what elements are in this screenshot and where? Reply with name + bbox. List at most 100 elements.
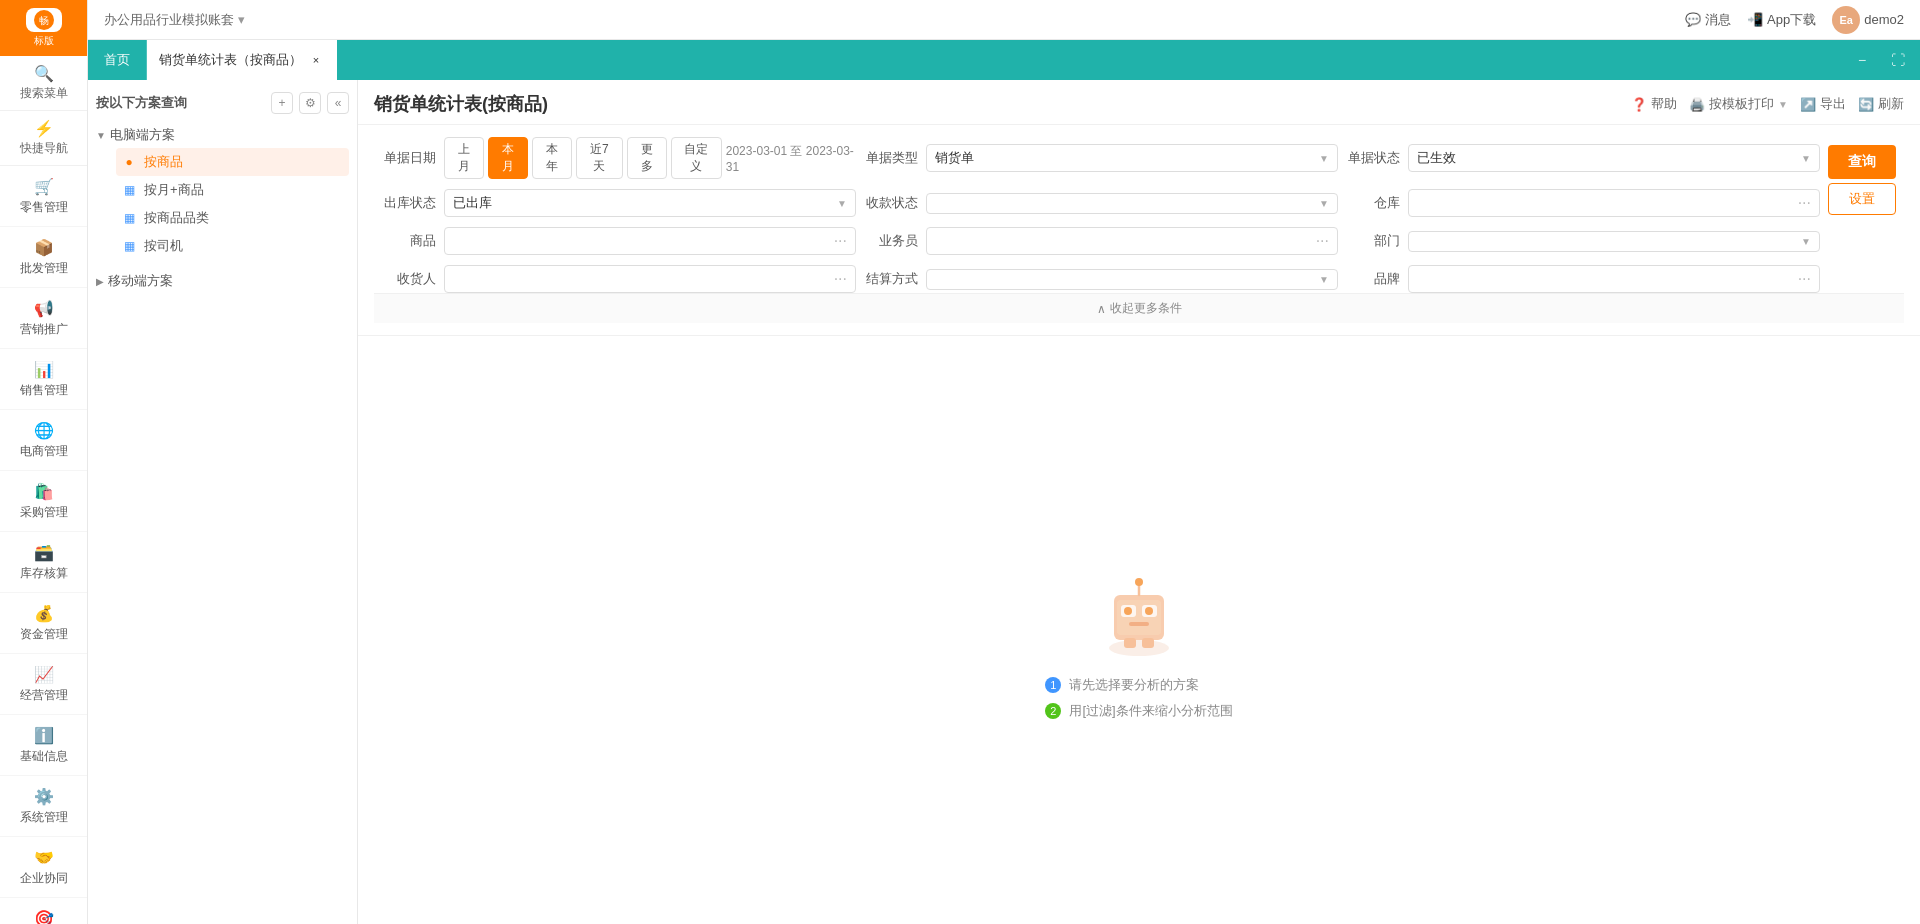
collaboration-icon: 🤝: [34, 847, 54, 867]
receipt-status-select[interactable]: ▼: [926, 193, 1338, 214]
collapse-bar[interactable]: ∧ 收起更多条件: [374, 293, 1904, 323]
scheme-by-product[interactable]: ● 按商品: [116, 148, 349, 176]
filter-product: 商品 ···: [374, 227, 856, 255]
date-btn-this-year[interactable]: 本年: [532, 137, 572, 179]
salesperson-select[interactable]: ···: [926, 227, 1338, 255]
desktop-scheme-group[interactable]: ▼ 电脑端方案: [96, 122, 349, 148]
out-status-select[interactable]: 已出库 ▼: [444, 189, 856, 217]
print-button[interactable]: 🖨️ 按模板打印 ▼: [1689, 95, 1788, 113]
search-menu-item[interactable]: 🔍 搜索菜单: [0, 56, 87, 111]
message-action[interactable]: 💬 消息: [1685, 11, 1731, 29]
scheme-by-month-product[interactable]: ▦ 按月+商品: [116, 176, 349, 204]
date-btn-more[interactable]: 更多: [627, 137, 667, 179]
product-dots[interactable]: ···: [834, 232, 847, 250]
user-avatar: Ea: [1832, 6, 1860, 34]
sidebar-item-ecommerce-label: 电商管理: [20, 443, 68, 460]
tab-home[interactable]: 首页: [88, 40, 147, 80]
salesperson-dots[interactable]: ···: [1316, 232, 1329, 250]
product-select[interactable]: ···: [444, 227, 856, 255]
collapse-label: 收起更多条件: [1110, 300, 1182, 317]
date-group: 上月 本月 本年 近7天 更多 自定义 2023-03-01 至 2023-03…: [444, 137, 856, 179]
tab-active[interactable]: 销货单统计表（按商品） ×: [147, 40, 337, 80]
scheme-by-category[interactable]: ▦ 按商品品类: [116, 204, 349, 232]
brand-label: 品牌: [1338, 270, 1408, 288]
sidebar-item-operations[interactable]: 📈 经营管理: [0, 654, 87, 715]
filter-row-2: 出库状态 已出库 ▼ 收款状态 ▼: [374, 189, 1820, 217]
export-button[interactable]: ↗️ 导出: [1800, 95, 1846, 113]
svg-rect-9: [1129, 622, 1149, 626]
quick-nav-label: 快捷导航: [20, 140, 68, 157]
date-btn-this-month[interactable]: 本月: [488, 137, 528, 179]
app-download-icon: 📲: [1747, 12, 1763, 27]
print-icon: 🖨️: [1689, 97, 1705, 112]
message-icon: 💬: [1685, 12, 1701, 27]
tabbar-controls: − ⛶: [1840, 40, 1920, 80]
scheme-label-month-product: 按月+商品: [144, 181, 204, 199]
doc-status-select[interactable]: 已生效 ▼: [1408, 144, 1820, 172]
brand-select[interactable]: ···: [1408, 265, 1820, 293]
scheme-label-category: 按商品品类: [144, 209, 209, 227]
doc-type-select[interactable]: 销货单 ▼: [926, 144, 1338, 172]
consignee-select[interactable]: ···: [444, 265, 856, 293]
tip-dot-2: 2: [1045, 703, 1061, 719]
sidebar-item-marketing-label: 营销推广: [20, 321, 68, 338]
payment-select[interactable]: ▼: [926, 269, 1338, 290]
tab-close-button[interactable]: ×: [308, 52, 324, 68]
app-logo[interactable]: 畅 标版: [0, 0, 87, 56]
user-profile[interactable]: Ea demo2: [1832, 6, 1904, 34]
logo-icon: 畅: [26, 8, 62, 32]
settings-button[interactable]: 设置: [1828, 183, 1896, 215]
filter-row-3: 商品 ··· 业务员 ···: [374, 227, 1820, 255]
sidebar-item-marketing[interactable]: 📢 营销推广: [0, 288, 87, 349]
svg-point-2: [1109, 640, 1169, 656]
tabbar: 首页 销货单统计表（按商品） × − ⛶: [88, 40, 1920, 80]
quick-nav-item[interactable]: ⚡ 快捷导航: [0, 111, 87, 166]
sidebar-item-purchase[interactable]: 🛍️ 采购管理: [0, 471, 87, 532]
consignee-dots[interactable]: ···: [834, 270, 847, 288]
mobile-scheme-group[interactable]: ▶ 移动端方案: [96, 268, 349, 294]
desktop-scheme-children: ● 按商品 ▦ 按月+商品 ▦ 按商品品类 ▦ 按司机: [96, 148, 349, 260]
refresh-icon: 🔄: [1858, 97, 1874, 112]
sidebar-item-basic-info[interactable]: ℹ️ 基础信息: [0, 715, 87, 776]
warehouse-dots[interactable]: ···: [1798, 194, 1811, 212]
brand-dots[interactable]: ···: [1798, 270, 1811, 288]
collapse-sidebar-button[interactable]: «: [327, 92, 349, 114]
sidebar-item-collaboration-label: 企业协同: [20, 870, 68, 887]
filter-row-4: 收货人 ··· 结算方式 ▼: [374, 265, 1820, 293]
sidebar-item-wholesale[interactable]: 📦 批发管理: [0, 227, 87, 288]
svg-point-8: [1145, 607, 1153, 615]
print-arrow: ▼: [1778, 99, 1788, 110]
right-buttons: 查询 设置: [1820, 137, 1904, 223]
system-icon: ⚙️: [34, 786, 54, 806]
sidebar-item-guide[interactable]: 🎯 新手引导: [0, 898, 87, 924]
tab-minimize-button[interactable]: −: [1848, 46, 1876, 74]
warehouse-select[interactable]: ···: [1408, 189, 1820, 217]
sidebar-item-collaboration[interactable]: 🤝 企业协同: [0, 837, 87, 898]
scheme-icon-month-product: ▦: [120, 181, 138, 199]
edit-scheme-button[interactable]: ⚙: [299, 92, 321, 114]
date-btn-7days[interactable]: 近7天: [576, 137, 622, 179]
sidebar-item-retail[interactable]: 🛒 零售管理: [0, 166, 87, 227]
date-btn-last-month[interactable]: 上月: [444, 137, 484, 179]
scheme-by-driver[interactable]: ▦ 按司机: [116, 232, 349, 260]
sidebar-item-sales[interactable]: 📊 销售管理: [0, 349, 87, 410]
sidebar-item-finance[interactable]: 💰 资金管理: [0, 593, 87, 654]
doc-type-value: 销货单: [935, 149, 974, 167]
date-btn-custom[interactable]: 自定义: [671, 137, 722, 179]
app-download-action[interactable]: 📲 App下载: [1747, 11, 1816, 29]
add-scheme-button[interactable]: +: [271, 92, 293, 114]
svg-rect-11: [1142, 638, 1154, 648]
doc-status-value: 已生效: [1417, 149, 1456, 167]
query-button[interactable]: 查询: [1828, 145, 1896, 179]
sidebar-item-ecommerce[interactable]: 🌐 电商管理: [0, 410, 87, 471]
sidebar-item-system[interactable]: ⚙️ 系统管理: [0, 776, 87, 837]
left-sidebar: 畅 标版 🔍 搜索菜单 ⚡ 快捷导航 🛒 零售管理 📦 批发管理 📢 营销推广 …: [0, 0, 88, 924]
department-select[interactable]: ▼: [1408, 231, 1820, 252]
help-button[interactable]: ❓ 帮助: [1631, 95, 1677, 113]
tab-maximize-button[interactable]: ⛶: [1884, 46, 1912, 74]
refresh-button[interactable]: 🔄 刷新: [1858, 95, 1904, 113]
sidebar-item-inventory[interactable]: 🗃️ 库存核算: [0, 532, 87, 593]
doc-status-arrow: ▼: [1801, 153, 1811, 164]
refresh-label: 刷新: [1878, 95, 1904, 113]
filter-out-status: 出库状态 已出库 ▼: [374, 189, 856, 217]
